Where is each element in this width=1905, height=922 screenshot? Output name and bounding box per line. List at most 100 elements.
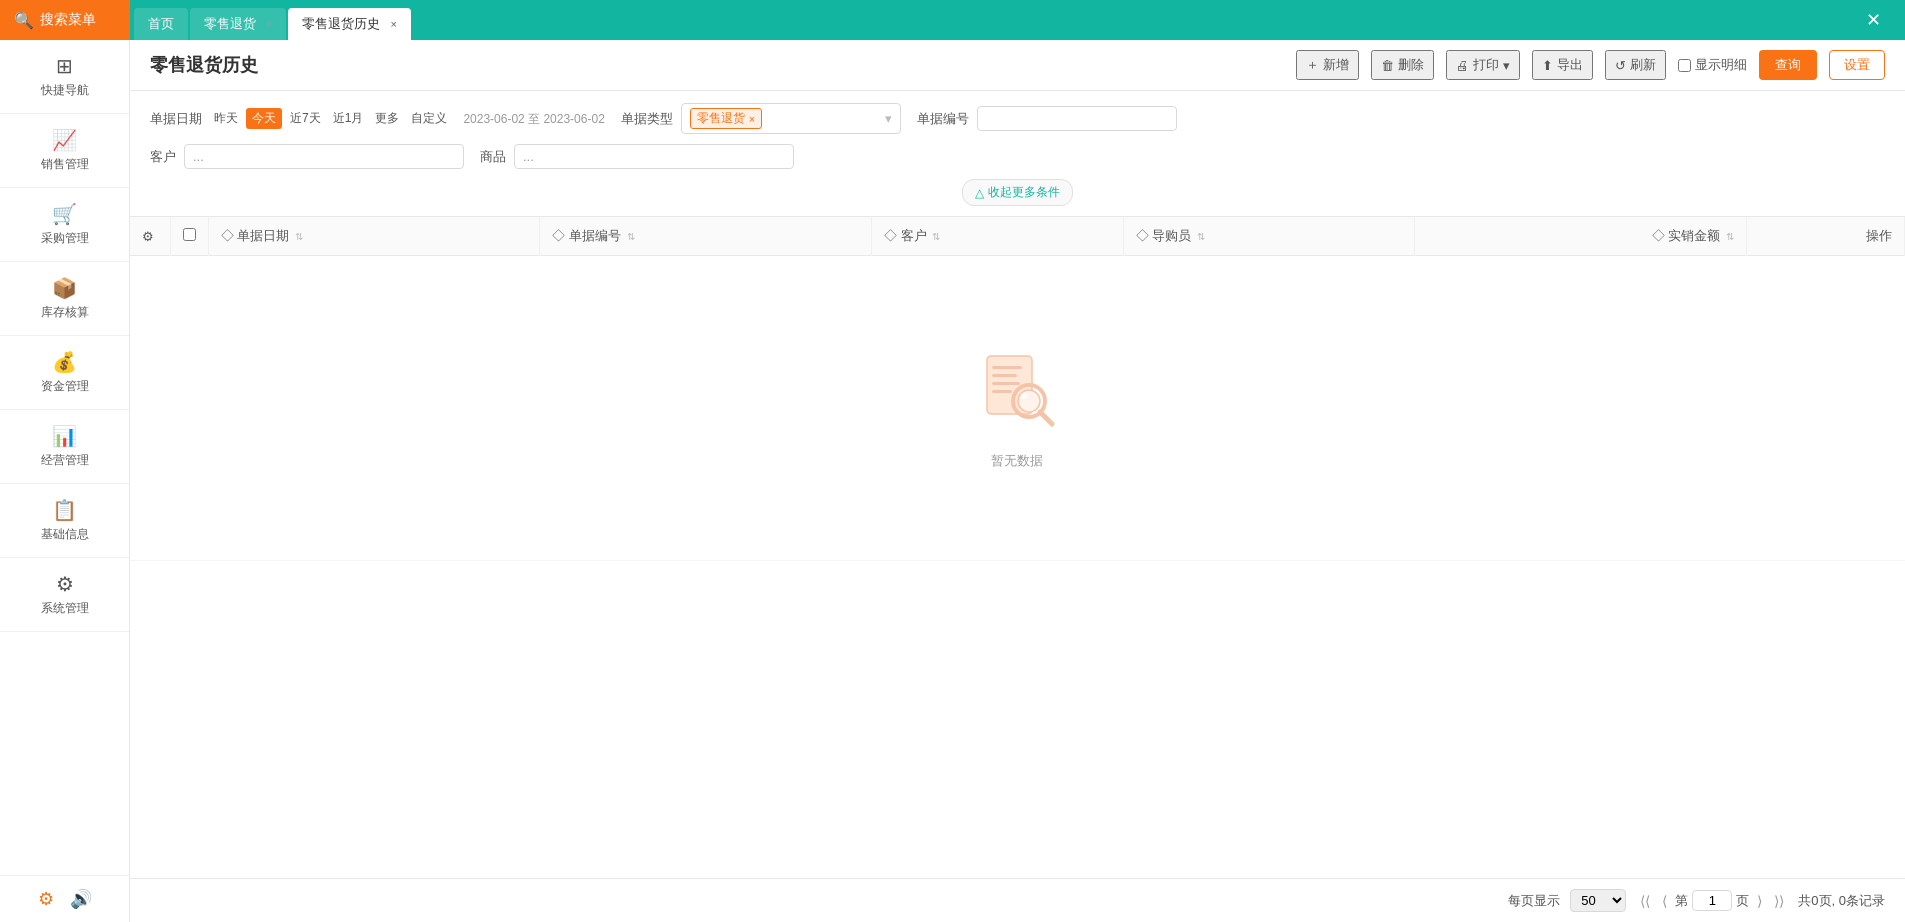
new-btn[interactable]: ＋ 新增 bbox=[1296, 50, 1359, 80]
table-header-row: ⚙ ◇ 单据日期 ⇅ ◇ 单据编号 ⇅ bbox=[130, 217, 1905, 256]
filter-group-customer: 客户 ... bbox=[150, 144, 464, 169]
date-opt-last7[interactable]: 近7天 bbox=[286, 108, 325, 129]
print-btn[interactable]: 🖨 打印 ▾ bbox=[1446, 50, 1520, 80]
tab-return-close[interactable]: × bbox=[266, 18, 272, 30]
date-range: 2023-06-02 至 2023-06-02 bbox=[463, 111, 604, 128]
empty-icon bbox=[972, 346, 1062, 436]
doc-type-label: 单据类型 bbox=[621, 110, 673, 128]
delete-icon: 🗑 bbox=[1381, 58, 1394, 73]
delete-btn[interactable]: 🗑 删除 bbox=[1371, 50, 1434, 80]
doc-type-tag-text: 零售退货 bbox=[697, 110, 745, 127]
sidebar-item-basic-info[interactable]: 📋 基础信息 bbox=[0, 484, 129, 558]
date-opt-last1m[interactable]: 近1月 bbox=[329, 108, 368, 129]
tab-return-history[interactable]: 零售退货历史 × bbox=[288, 8, 410, 40]
svg-point-6 bbox=[1018, 390, 1040, 412]
total-label: 共0页, 0条记录 bbox=[1798, 892, 1885, 910]
page-first-btn[interactable]: ⟨⟨ bbox=[1636, 891, 1654, 911]
customer-select[interactable]: ... bbox=[184, 144, 464, 169]
date-opt-custom[interactable]: 自定义 bbox=[407, 108, 451, 129]
th-action: 操作 bbox=[1747, 217, 1905, 256]
page-prev-btn[interactable]: ⟨ bbox=[1658, 891, 1671, 911]
search-menu-btn[interactable]: 🔍 搜索菜单 bbox=[0, 0, 130, 40]
date-opt-today[interactable]: 今天 bbox=[246, 108, 282, 129]
export-label: 导出 bbox=[1557, 56, 1583, 74]
show-details-label: 显示明细 bbox=[1678, 56, 1747, 74]
th-checkbox bbox=[170, 217, 208, 256]
empty-state-row: 暂无数据 bbox=[130, 256, 1905, 561]
query-btn[interactable]: 查询 bbox=[1759, 50, 1817, 80]
inventory-icon: 📦 bbox=[52, 276, 77, 300]
show-details-checkbox[interactable] bbox=[1678, 59, 1691, 72]
top-bar: 🔍 搜索菜单 首页 零售退货 × 零售退货历史 × ✕ bbox=[0, 0, 1905, 40]
sidebar-item-inventory[interactable]: 📦 库存核算 bbox=[0, 262, 129, 336]
th-doc-date-sort[interactable]: ⇅ bbox=[295, 231, 303, 242]
per-page-label: 每页显示 bbox=[1508, 892, 1560, 910]
th-customer-sort[interactable]: ⇅ bbox=[932, 231, 940, 242]
page-last-btn[interactable]: ⟩⟩ bbox=[1770, 891, 1788, 911]
th-doc-number-sort[interactable]: ⇅ bbox=[627, 231, 635, 242]
page-label: 第 bbox=[1675, 892, 1688, 910]
filter-group-date: 单据日期 昨天 今天 近7天 近1月 更多 自定义 2023-06-02 至 2… bbox=[150, 108, 605, 129]
finance-icon: 💰 bbox=[52, 350, 77, 374]
settings-gear-icon[interactable]: ⚙ bbox=[142, 229, 154, 244]
th-action-label: 操作 bbox=[1866, 228, 1892, 243]
filter-group-doc-number: 单据编号 bbox=[917, 106, 1177, 131]
goods-select[interactable]: ... bbox=[514, 144, 794, 169]
sidebar-item-label-finance: 资金管理 bbox=[41, 378, 89, 395]
sidebar-item-label-inventory: 库存核算 bbox=[41, 304, 89, 321]
tab-return-history-label: 零售退货历史 bbox=[302, 15, 380, 33]
goods-label: 商品 bbox=[480, 148, 506, 166]
goods-ellipsis: ... bbox=[523, 149, 534, 164]
doc-number-input[interactable] bbox=[977, 106, 1177, 131]
page-next-btn[interactable]: ⟩ bbox=[1753, 891, 1766, 911]
th-amount-sort[interactable]: ⇅ bbox=[1726, 231, 1734, 242]
refresh-btn[interactable]: ↺ 刷新 bbox=[1605, 50, 1666, 80]
sidebar-item-system[interactable]: ⚙ 系统管理 bbox=[0, 558, 129, 632]
page-nav: ⟨⟨ ⟨ 第 页 ⟩ ⟩⟩ bbox=[1636, 890, 1788, 911]
svg-rect-2 bbox=[992, 374, 1017, 377]
empty-state: 暂无数据 bbox=[142, 266, 1893, 550]
sidebar-item-operations[interactable]: 📊 经营管理 bbox=[0, 410, 129, 484]
settings-btn[interactable]: 设置 bbox=[1829, 50, 1885, 80]
sidebar-item-quick-nav[interactable]: ⊞ 快捷导航 bbox=[0, 40, 129, 114]
select-all-checkbox[interactable] bbox=[183, 228, 196, 241]
th-amount: ◇ 实销金额 ⇅ bbox=[1415, 217, 1747, 256]
close-window-btn[interactable]: ✕ bbox=[1858, 10, 1889, 30]
print-icon: 🖨 bbox=[1456, 58, 1469, 73]
doc-number-label: 单据编号 bbox=[917, 110, 969, 128]
tab-return-history-close[interactable]: × bbox=[390, 18, 396, 30]
per-page-select[interactable]: 10 20 50 100 bbox=[1570, 889, 1626, 912]
pagination-bar: 每页显示 10 20 50 100 ⟨⟨ ⟨ 第 页 ⟩ ⟩⟩ 共0页, 0条记… bbox=[130, 878, 1905, 922]
sidebar-item-purchase[interactable]: 🛒 采购管理 bbox=[0, 188, 129, 262]
export-btn[interactable]: ⬆ 导出 bbox=[1532, 50, 1593, 80]
date-opt-more[interactable]: 更多 bbox=[371, 108, 403, 129]
header-actions: ＋ 新增 🗑 删除 🖨 打印 ▾ ⬆ 导出 ↺ 刷新 bbox=[1296, 50, 1885, 80]
new-label: 新增 bbox=[1323, 56, 1349, 74]
filter-row-2: 客户 ... 商品 ... bbox=[150, 144, 1885, 169]
doc-type-select[interactable]: 零售退货 × ▾ bbox=[681, 103, 901, 134]
th-customer-label: ◇ 客户 bbox=[884, 228, 927, 243]
sidebar-item-label-operations: 经营管理 bbox=[41, 452, 89, 469]
th-guide-sort[interactable]: ⇅ bbox=[1197, 231, 1205, 242]
search-menu-label: 搜索菜单 bbox=[40, 11, 96, 29]
sidebar-item-sales[interactable]: 📈 销售管理 bbox=[0, 114, 129, 188]
sidebar-settings-btn[interactable]: ⚙ bbox=[38, 888, 54, 910]
svg-rect-3 bbox=[992, 382, 1020, 385]
search-icon: 🔍 bbox=[14, 11, 34, 30]
sidebar-volume-btn[interactable]: 🔊 bbox=[70, 888, 92, 910]
empty-state-cell: 暂无数据 bbox=[130, 256, 1905, 561]
sidebar-item-finance[interactable]: 💰 资金管理 bbox=[0, 336, 129, 410]
tab-home[interactable]: 首页 bbox=[134, 8, 188, 40]
sidebar-item-label-quick-nav: 快捷导航 bbox=[41, 82, 89, 99]
sidebar: ⊞ 快捷导航 📈 销售管理 🛒 采购管理 📦 库存核算 💰 资金管理 📊 经营管… bbox=[0, 40, 130, 922]
sidebar-item-label-purchase: 采购管理 bbox=[41, 230, 89, 247]
date-opt-yesterday[interactable]: 昨天 bbox=[210, 108, 242, 129]
page-input[interactable] bbox=[1692, 890, 1732, 911]
sidebar-item-label-system: 系统管理 bbox=[41, 600, 89, 617]
doc-date-label: 单据日期 bbox=[150, 110, 202, 128]
collapse-btn[interactable]: △ 收起更多条件 bbox=[962, 179, 1073, 206]
sales-icon: 📈 bbox=[52, 128, 77, 152]
table-body: 暂无数据 bbox=[130, 256, 1905, 561]
tab-return[interactable]: 零售退货 × bbox=[190, 8, 286, 40]
doc-type-tag-close[interactable]: × bbox=[749, 113, 755, 125]
